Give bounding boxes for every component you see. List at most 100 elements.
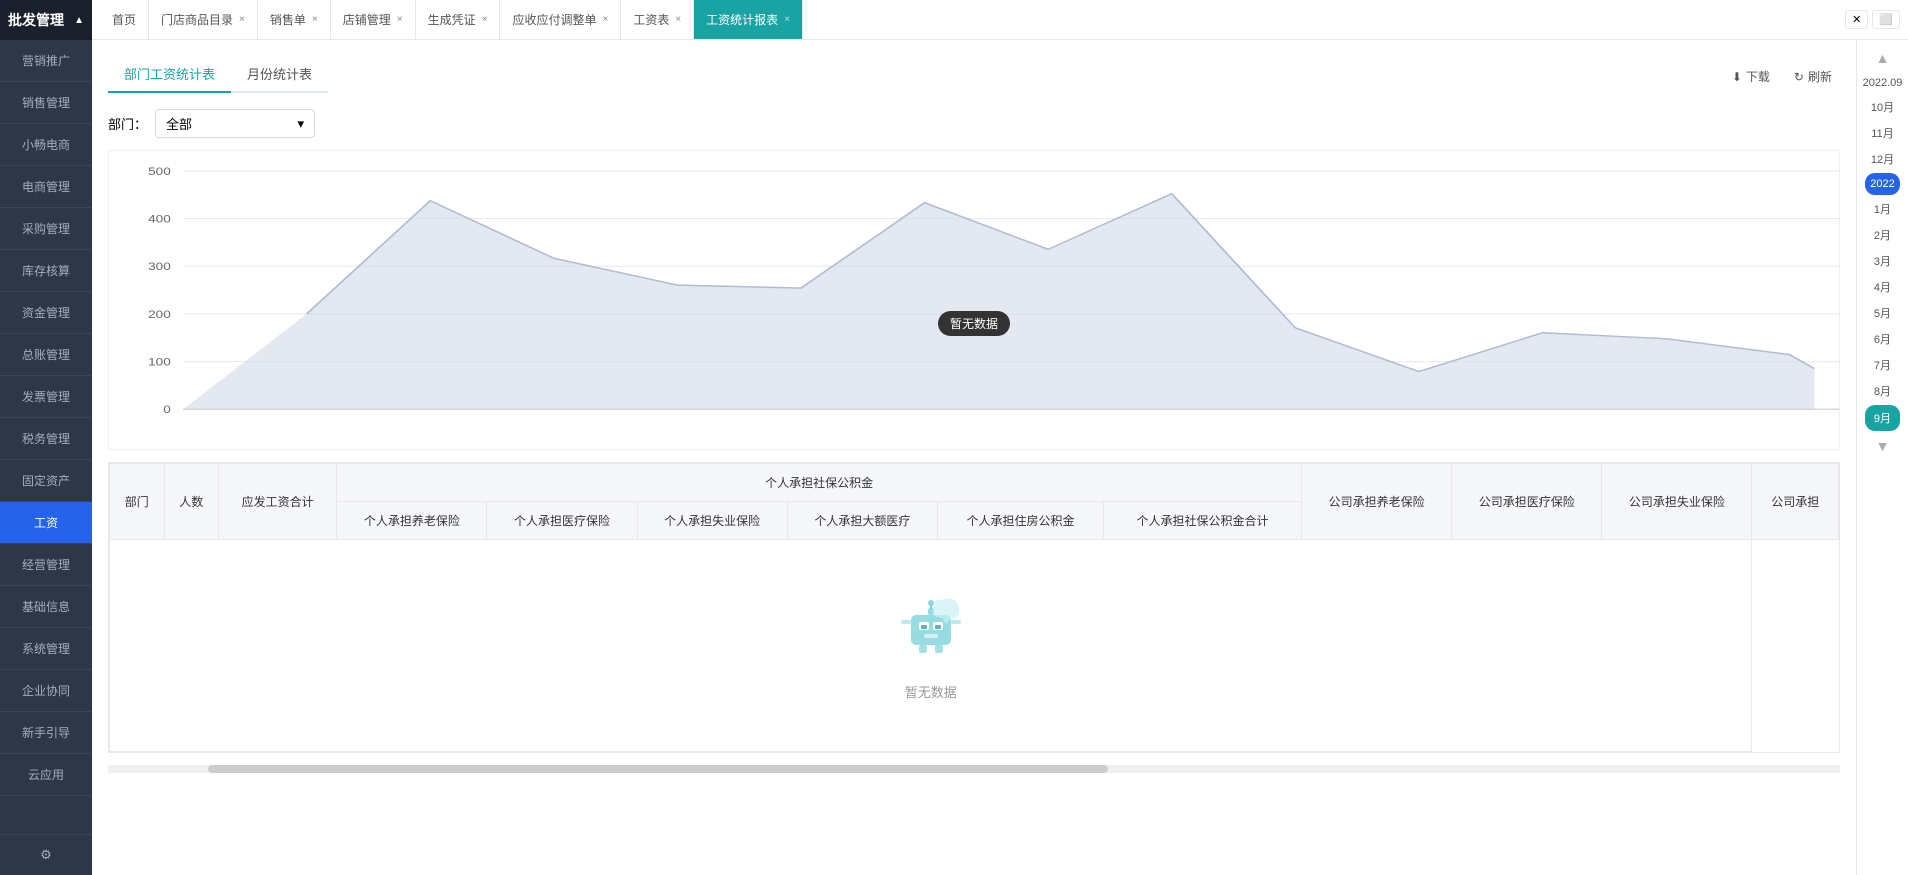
- timeline-up-nav[interactable]: ▲: [1871, 46, 1895, 70]
- tab-items: 首页门店商品目录×销售单×店铺管理×生成凭证×应收应付调整单×工资表×工资统计报…: [100, 0, 803, 39]
- tab-label: 首页: [112, 11, 136, 28]
- timeline-item-5月[interactable]: 5月: [1861, 300, 1905, 326]
- toolbar-right: ⬇ 下载 ↻ 刷新: [1724, 64, 1840, 89]
- timeline-item-10月[interactable]: 10月: [1861, 94, 1905, 120]
- tab-close-icon[interactable]: ×: [482, 14, 488, 25]
- filter-row: 部门： 全部 ▾: [108, 109, 1840, 138]
- sidebar-item-营销推广[interactable]: 营销推广: [0, 40, 92, 82]
- chevron-down-icon: ▾: [297, 116, 304, 132]
- svg-text:0: 0: [163, 403, 171, 415]
- timeline-item-9月[interactable]: 9月: [1865, 405, 1901, 431]
- sidebar-item-税务管理[interactable]: 税务管理: [0, 418, 92, 460]
- empty-row: 暂无数据: [110, 540, 1839, 752]
- sidebar-item-云应用[interactable]: 云应用: [0, 754, 92, 796]
- timeline-item-7月[interactable]: 7月: [1861, 352, 1905, 378]
- tab-label: 销售单: [270, 11, 306, 28]
- svg-text:300: 300: [148, 260, 171, 272]
- svg-text:400: 400: [148, 213, 171, 225]
- chart-svg: 500 400 300 200 100 0: [109, 151, 1839, 449]
- download-button[interactable]: ⬇ 下载: [1724, 64, 1778, 89]
- tab-close-icon[interactable]: ×: [675, 14, 681, 25]
- timeline-item-4月[interactable]: 4月: [1861, 274, 1905, 300]
- tab-close-icon[interactable]: ×: [239, 14, 245, 25]
- sidebar-item-经营管理[interactable]: 经营管理: [0, 544, 92, 586]
- restore-tab-button[interactable]: ⬜: [1872, 10, 1900, 29]
- sidebar-item-工资[interactable]: 工资: [0, 502, 92, 544]
- tab-店铺管理[interactable]: 店铺管理 ×: [331, 0, 416, 39]
- timeline-down-nav[interactable]: ▼: [1871, 434, 1895, 458]
- download-icon: ⬇: [1732, 70, 1742, 84]
- sub-tab-部门工资统计表[interactable]: 部门工资统计表: [108, 56, 231, 93]
- th-company-pension: 公司承担养老保险: [1302, 464, 1452, 540]
- bottom-scrollbar[interactable]: [108, 765, 1840, 773]
- svg-text:100: 100: [148, 356, 171, 368]
- sidebar-item-基础信息[interactable]: 基础信息: [0, 586, 92, 628]
- sidebar-item-资金管理[interactable]: 资金管理: [0, 292, 92, 334]
- timeline-item-11月[interactable]: 11月: [1861, 120, 1905, 146]
- th-personal-medical: 个人承担医疗保险: [487, 502, 637, 540]
- timeline-panel: ▲ 2022.0910月11月12月20221月2月3月4月5月6月7月8月9月…: [1856, 40, 1908, 875]
- timeline-items: 2022.0910月11月12月20221月2月3月4月5月6月7月8月9月: [1861, 72, 1905, 432]
- sidebar-item-库存核算[interactable]: 库存核算: [0, 250, 92, 292]
- tab-工资统计报表[interactable]: 工资统计报表×: [694, 0, 803, 39]
- th-count: 人数: [164, 464, 219, 540]
- th-personal-insurance-group: 个人承担社保公积金: [337, 464, 1302, 502]
- empty-cell: 暂无数据: [110, 540, 1752, 752]
- refresh-button[interactable]: ↻ 刷新: [1786, 64, 1840, 89]
- empty-state: 暂无数据: [118, 550, 1743, 741]
- timeline-item-8月[interactable]: 8月: [1861, 378, 1905, 404]
- tab-label: 工资表: [633, 11, 669, 28]
- chart-container: 500 400 300 200 100 0 暂无数据: [108, 150, 1840, 450]
- sidebar-item-总账管理[interactable]: 总账管理: [0, 334, 92, 376]
- sub-tab-月份统计表[interactable]: 月份统计表: [231, 56, 328, 93]
- settings-button[interactable]: ⚙: [0, 834, 92, 875]
- scroll-thumb[interactable]: [208, 765, 1108, 773]
- th-company-medical: 公司承担医疗保险: [1452, 464, 1602, 540]
- th-personal-unemployment: 个人承担失业保险: [637, 502, 787, 540]
- tab-工资表[interactable]: 工资表 ×: [621, 0, 694, 39]
- sidebar-item-发票管理[interactable]: 发票管理: [0, 376, 92, 418]
- table-header-row-1: 部门 人数 应发工资合计 个人承担社保公积金 公司承担养老保险 公司承担医疗保险…: [110, 464, 1839, 502]
- th-company-other: 公司承担: [1752, 464, 1839, 540]
- sidebar: 批发管理 ▲ 营销推广销售管理小畅电商电商管理采购管理库存核算资金管理总账管理发…: [0, 0, 92, 875]
- th-dept: 部门: [110, 464, 165, 540]
- timeline-item-2月[interactable]: 2月: [1861, 222, 1905, 248]
- timeline-item-12月[interactable]: 12月: [1861, 146, 1905, 172]
- timeline-item-6月[interactable]: 6月: [1861, 326, 1905, 352]
- sidebar-item-新手引导[interactable]: 新手引导: [0, 712, 92, 754]
- sidebar-item-销售管理[interactable]: 销售管理: [0, 82, 92, 124]
- content-area: 部门工资统计表月份统计表 ⬇ 下载 ↻ 刷新 部门： 全部 ▾: [92, 40, 1908, 875]
- timeline-item-2022.09[interactable]: 2022.09: [1861, 72, 1905, 94]
- timeline-item-3月[interactable]: 3月: [1861, 248, 1905, 274]
- th-company-unemployment: 公司承担失业保险: [1602, 464, 1752, 540]
- close-tab-button[interactable]: ✕: [1845, 10, 1868, 29]
- data-table: 部门 人数 应发工资合计 个人承担社保公积金 公司承担养老保险 公司承担医疗保险…: [109, 463, 1839, 752]
- sidebar-item-小畅电商[interactable]: 小畅电商: [0, 124, 92, 166]
- sidebar-item-电商管理[interactable]: 电商管理: [0, 166, 92, 208]
- tab-应收应付调整单[interactable]: 应收应付调整单×: [500, 0, 621, 39]
- tab-销售单[interactable]: 销售单 ×: [258, 0, 331, 39]
- th-personal-pension: 个人承担养老保险: [337, 502, 487, 540]
- tab-首页[interactable]: 首页: [100, 0, 149, 39]
- tab-close-icon[interactable]: ×: [397, 14, 403, 25]
- dept-select-value: 全部: [166, 114, 192, 133]
- tab-label: 店铺管理: [343, 11, 391, 28]
- sidebar-arrow-icon: ▲: [74, 15, 84, 26]
- tab-close-icon[interactable]: ×: [784, 14, 790, 25]
- sidebar-item-固定资产[interactable]: 固定资产: [0, 460, 92, 502]
- sidebar-item-企业协同[interactable]: 企业协同: [0, 670, 92, 712]
- svg-text:500: 500: [148, 165, 171, 177]
- tab-生成凭证[interactable]: 生成凭证×: [416, 0, 501, 39]
- dept-label: 部门：: [108, 114, 147, 133]
- sidebar-item-系统管理[interactable]: 系统管理: [0, 628, 92, 670]
- tab-close-icon[interactable]: ×: [312, 14, 318, 25]
- data-table-wrapper: 部门 人数 应发工资合计 个人承担社保公积金 公司承担养老保险 公司承担医疗保险…: [108, 462, 1840, 753]
- sub-tabs: 部门工资统计表月份统计表: [108, 56, 328, 93]
- th-personal-total: 个人承担社保公积金合计: [1104, 502, 1302, 540]
- timeline-item-1月[interactable]: 1月: [1861, 196, 1905, 222]
- timeline-item-2022[interactable]: 2022: [1865, 173, 1901, 195]
- dept-select[interactable]: 全部 ▾: [155, 109, 315, 138]
- tab-close-icon[interactable]: ×: [602, 14, 608, 25]
- tab-门店商品目录[interactable]: 门店商品目录×: [149, 0, 258, 39]
- sidebar-item-采购管理[interactable]: 采购管理: [0, 208, 92, 250]
